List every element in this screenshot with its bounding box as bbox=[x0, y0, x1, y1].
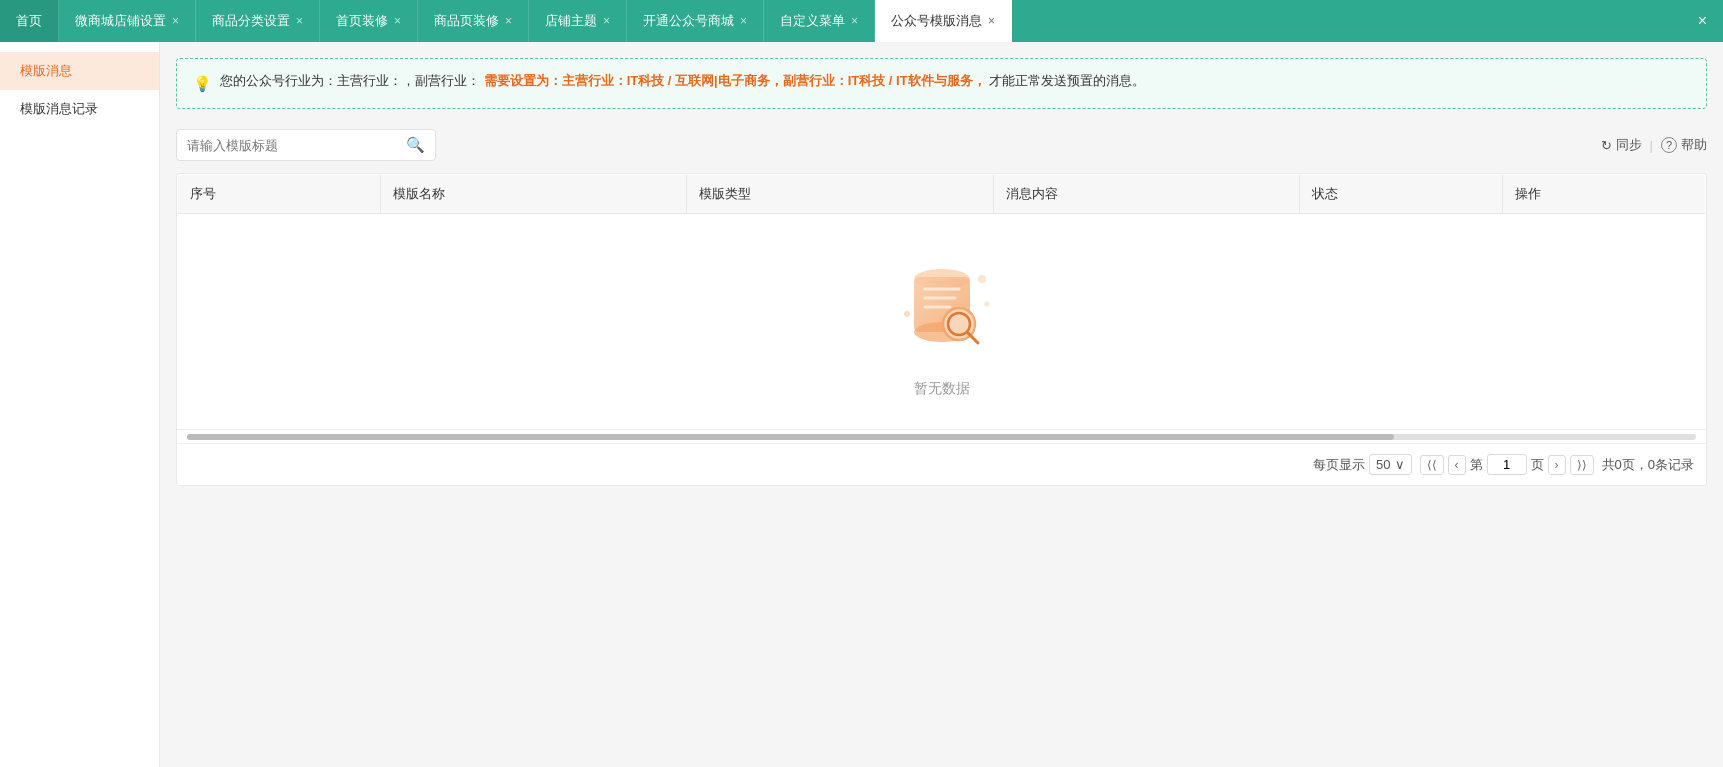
page-nav: ⟨⟨ ‹ 第 页 › ⟩⟩ bbox=[1420, 454, 1594, 475]
empty-text: 暂无数据 bbox=[914, 380, 970, 398]
nav-tab-close[interactable]: × bbox=[603, 14, 610, 28]
last-page-button[interactable]: ⟩⟩ bbox=[1570, 455, 1594, 475]
col-header-content: 消息内容 bbox=[993, 175, 1299, 214]
nav-tab-close[interactable]: × bbox=[172, 14, 179, 28]
content-area: 💡 您的公众号行业为：主营行业：，副营行业： 需要设置为：主营行业：IT科技 /… bbox=[160, 42, 1723, 767]
first-page-button[interactable]: ⟨⟨ bbox=[1420, 455, 1444, 475]
sync-label: 同步 bbox=[1616, 136, 1642, 154]
per-page-dropdown[interactable]: 50 ∨ bbox=[1369, 454, 1411, 475]
nav-tab-shop-settings[interactable]: 微商城店铺设置 × bbox=[59, 0, 196, 42]
per-page-label: 每页显示 bbox=[1313, 456, 1365, 474]
help-icon: ? bbox=[1661, 137, 1677, 153]
nav-tab-category-settings[interactable]: 商品分类设置 × bbox=[196, 0, 320, 42]
col-header-status: 状态 bbox=[1300, 175, 1503, 214]
col-header-type: 模版类型 bbox=[687, 175, 993, 214]
prev-page-button[interactable]: ‹ bbox=[1448, 455, 1466, 475]
sidebar-item-template-msg[interactable]: 模版消息 bbox=[0, 52, 159, 90]
nav-tab-close[interactable]: × bbox=[505, 14, 512, 28]
svg-point-9 bbox=[978, 275, 986, 283]
nav-tab-label: 公众号模版消息 bbox=[891, 12, 982, 30]
col-header-name: 模版名称 bbox=[380, 175, 686, 214]
svg-line-8 bbox=[968, 333, 978, 343]
table-header-row: 序号模版名称模版类型消息内容状态操作 bbox=[178, 175, 1706, 214]
svg-point-11 bbox=[984, 302, 989, 307]
nav-tab-label: 店铺主题 bbox=[545, 12, 597, 30]
scroll-bar-thumb bbox=[187, 434, 1394, 440]
total-text: 共0页，0条记录 bbox=[1602, 456, 1694, 474]
help-button[interactable]: ? 帮助 bbox=[1661, 136, 1707, 154]
nav-tab-home[interactable]: 首页 bbox=[0, 0, 59, 42]
nav-tab-close[interactable]: × bbox=[740, 14, 747, 28]
main-layout: 模版消息模版消息记录 💡 您的公众号行业为：主营行业：，副营行业： 需要设置为：… bbox=[0, 42, 1723, 767]
nav-tab-home-decor[interactable]: 首页装修 × bbox=[320, 0, 418, 42]
nav-tab-label: 自定义菜单 bbox=[780, 12, 845, 30]
scroll-bar-area[interactable] bbox=[177, 429, 1706, 443]
nav-tab-label: 首页装修 bbox=[336, 12, 388, 30]
empty-state: 暂无数据 bbox=[178, 214, 1705, 428]
alert-icon: 💡 bbox=[193, 72, 212, 96]
per-page-value: 50 bbox=[1376, 457, 1390, 472]
nav-tab-close[interactable]: × bbox=[394, 14, 401, 28]
scroll-bar-track[interactable] bbox=[187, 434, 1696, 440]
svg-point-10 bbox=[904, 311, 910, 317]
table-head: 序号模版名称模版类型消息内容状态操作 bbox=[178, 175, 1706, 214]
alert-box: 💡 您的公众号行业为：主营行业：，副营行业： 需要设置为：主营行业：IT科技 /… bbox=[176, 58, 1707, 109]
alert-suffix: 才能正常发送预置的消息。 bbox=[989, 73, 1145, 88]
toolbar-right: ↻ 同步 | ? 帮助 bbox=[1601, 136, 1707, 154]
search-bar: 🔍 ↻ 同步 | ? 帮助 bbox=[176, 129, 1707, 161]
data-table: 序号模版名称模版类型消息内容状态操作 bbox=[177, 174, 1706, 429]
toolbar-divider: | bbox=[1650, 138, 1653, 153]
nav-tab-label: 开通公众号商城 bbox=[643, 12, 734, 30]
nav-tab-product-decor[interactable]: 商品页装修 × bbox=[418, 0, 529, 42]
empty-icon bbox=[887, 254, 997, 364]
empty-row: 暂无数据 bbox=[178, 214, 1706, 429]
nav-tab-open-mall[interactable]: 开通公众号商城 × bbox=[627, 0, 764, 42]
dropdown-arrow-icon: ∨ bbox=[1395, 457, 1405, 472]
nav-tab-close[interactable]: × bbox=[296, 14, 303, 28]
alert-highlight: 需要设置为：主营行业：IT科技 / 互联网|电子商务，副营行业：IT科技 / I… bbox=[484, 73, 986, 88]
nav-tab-label: 商品页装修 bbox=[434, 12, 499, 30]
sidebar: 模版消息模版消息记录 bbox=[0, 42, 160, 767]
global-close-button[interactable]: × bbox=[1682, 0, 1723, 42]
search-button[interactable]: 🔍 bbox=[396, 130, 435, 160]
sync-icon: ↻ bbox=[1601, 138, 1612, 153]
per-page-select: 每页显示 50 ∨ bbox=[1313, 454, 1411, 475]
nav-tab-custom-menu[interactable]: 自定义菜单 × bbox=[764, 0, 875, 42]
pagination-bar: 每页显示 50 ∨ ⟨⟨ ‹ 第 页 › ⟩⟩ 共0页，0条记录 bbox=[177, 443, 1706, 485]
table-wrapper: 序号模版名称模版类型消息内容状态操作 bbox=[176, 173, 1707, 486]
search-input[interactable] bbox=[177, 132, 396, 159]
alert-prefix: 您的公众号行业为：主营行业：，副营行业： bbox=[220, 73, 480, 88]
page-input[interactable] bbox=[1487, 454, 1527, 475]
nav-tab-label: 商品分类设置 bbox=[212, 12, 290, 30]
sidebar-item-template-msg-record[interactable]: 模版消息记录 bbox=[0, 90, 159, 128]
col-header-index: 序号 bbox=[178, 175, 381, 214]
col-header-action: 操作 bbox=[1503, 175, 1706, 214]
nav-tab-shop-theme[interactable]: 店铺主题 × bbox=[529, 0, 627, 42]
sync-button[interactable]: ↻ 同步 bbox=[1601, 136, 1642, 154]
top-nav: 首页微商城店铺设置×商品分类设置×首页装修×商品页装修×店铺主题×开通公众号商城… bbox=[0, 0, 1723, 42]
alert-text: 您的公众号行业为：主营行业：，副营行业： 需要设置为：主营行业：IT科技 / 互… bbox=[220, 71, 1145, 92]
nav-tab-close[interactable]: × bbox=[988, 14, 995, 28]
nav-tab-label: 微商城店铺设置 bbox=[75, 12, 166, 30]
search-input-wrap: 🔍 bbox=[176, 129, 436, 161]
nav-tab-label: 首页 bbox=[16, 12, 42, 30]
nav-tab-close[interactable]: × bbox=[851, 14, 858, 28]
nav-tab-template-msg[interactable]: 公众号模版消息 × bbox=[875, 0, 1012, 42]
page-unit: 页 bbox=[1531, 456, 1544, 474]
table-body: 暂无数据 bbox=[178, 214, 1706, 429]
page-label: 第 bbox=[1470, 456, 1483, 474]
next-page-button[interactable]: › bbox=[1548, 455, 1566, 475]
help-label: 帮助 bbox=[1681, 136, 1707, 154]
